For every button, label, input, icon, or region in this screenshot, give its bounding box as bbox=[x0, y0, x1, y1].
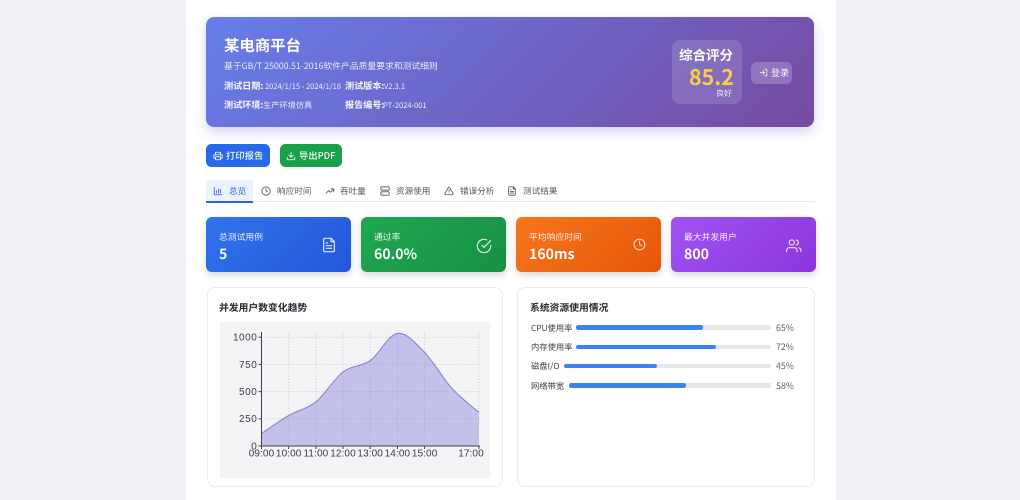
svg-text:15:00: 15:00 bbox=[412, 449, 438, 460]
svg-text:12:00: 12:00 bbox=[330, 449, 356, 460]
svg-text:17:00: 17:00 bbox=[458, 449, 484, 460]
svg-text:11:00: 11:00 bbox=[304, 449, 329, 460]
svg-text:250: 250 bbox=[239, 414, 257, 425]
svg-text:750: 750 bbox=[239, 360, 257, 371]
svg-text:1000: 1000 bbox=[233, 333, 257, 344]
svg-text:09:00: 09:00 bbox=[249, 449, 275, 460]
svg-text:500: 500 bbox=[239, 387, 257, 398]
svg-text:13:00: 13:00 bbox=[357, 449, 383, 460]
svg-text:14:00: 14:00 bbox=[385, 449, 411, 460]
svg-text:10:00: 10:00 bbox=[276, 449, 302, 460]
